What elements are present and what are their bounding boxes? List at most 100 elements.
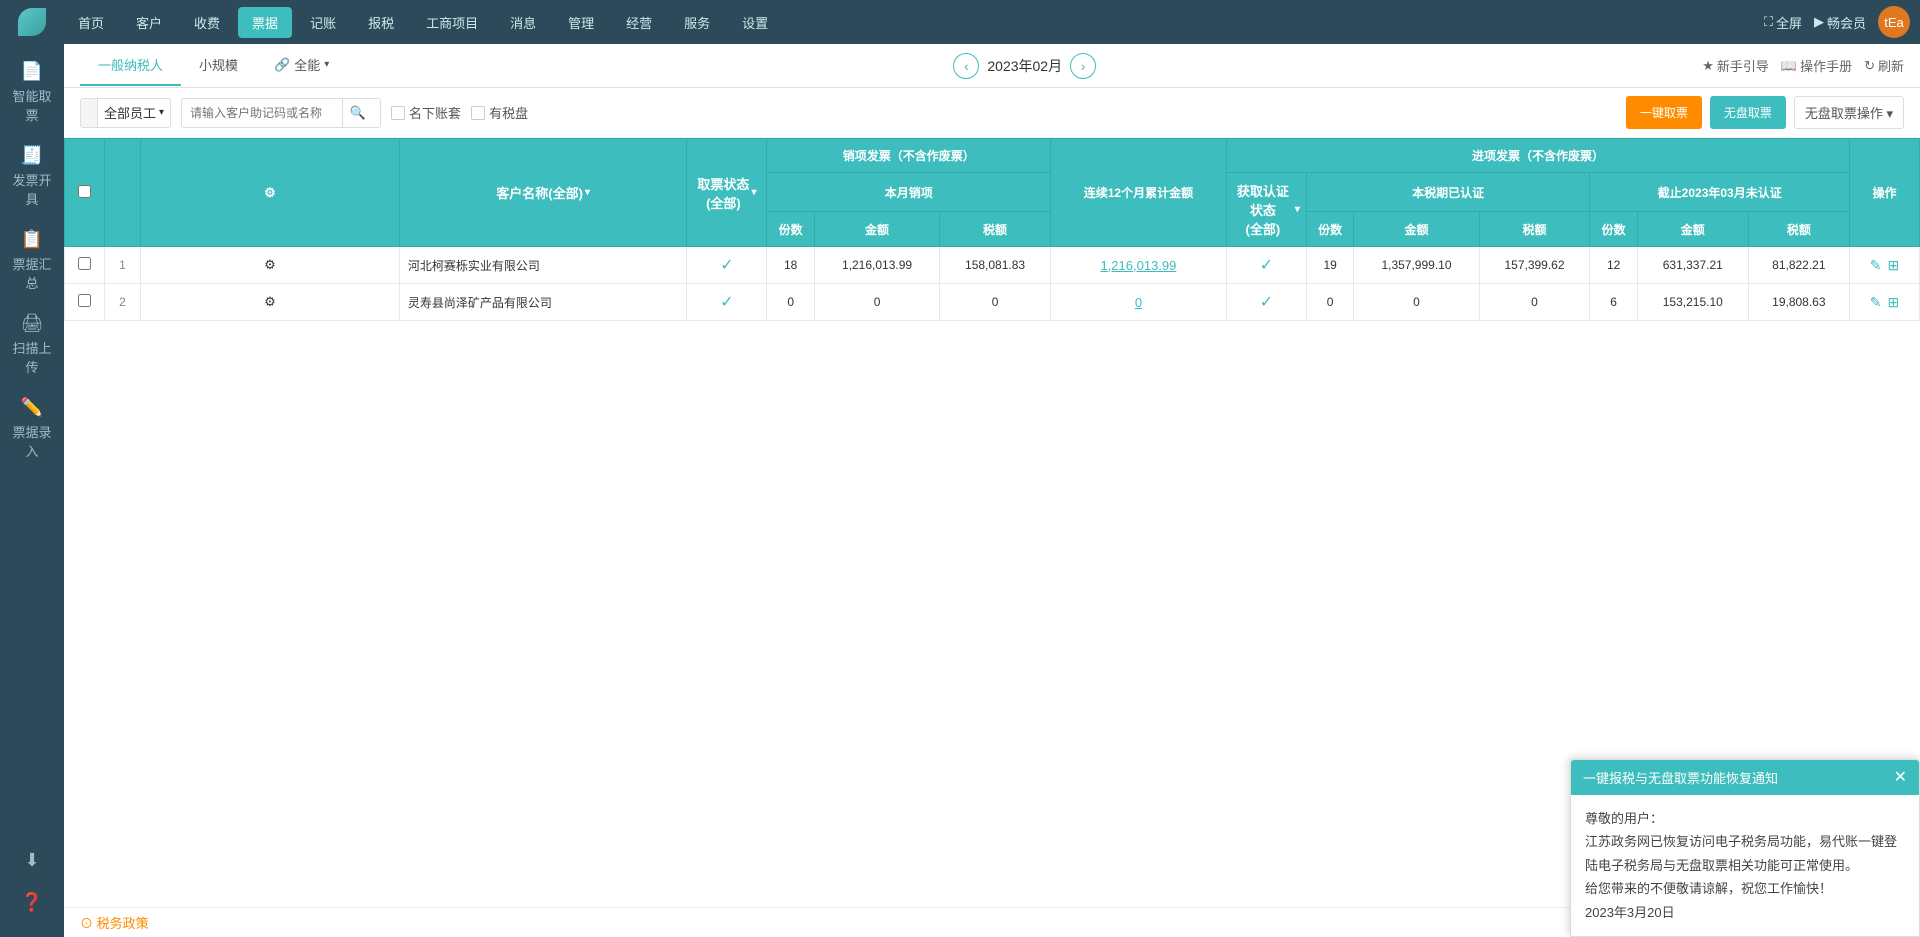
th-operation: 操作	[1850, 139, 1920, 247]
tax-policy-link[interactable]: ⊙ 税务政策	[80, 913, 149, 932]
employee-value[interactable]: 全部员工 ▾	[98, 103, 170, 122]
row1-cert-amount: 1,357,999.10	[1354, 247, 1479, 284]
invoice-issue-icon: 🧾	[21, 144, 43, 166]
nav-business[interactable]: 工商项目	[412, 7, 492, 38]
sidebar-item-invoice-issue[interactable]: 🧾 发票开具	[3, 136, 61, 216]
row2-cert-icon: ✓	[1260, 294, 1273, 311]
row2-view-icon[interactable]: ⊞	[1888, 294, 1900, 311]
nav-accounting[interactable]: 记账	[296, 7, 350, 38]
next-period-btn[interactable]: ›	[1070, 53, 1096, 79]
select-all-checkbox[interactable]	[78, 185, 91, 198]
nav-tax[interactable]: 报税	[354, 7, 408, 38]
tab-all[interactable]: 🔗 全能 ▾	[256, 45, 347, 86]
row2-checkbox[interactable]	[78, 294, 91, 307]
nav-settings[interactable]: 设置	[728, 7, 782, 38]
checkbox-account-label: 名下账套	[409, 103, 461, 122]
row2-cum-link[interactable]: 0	[1135, 295, 1142, 310]
row2-name: 灵寿县尚泽矿产品有限公司	[399, 284, 687, 321]
row1-cum-link[interactable]: 1,216,013.99	[1100, 258, 1176, 273]
nav-customer[interactable]: 客户	[122, 7, 176, 38]
row1-edit-icon[interactable]: ✎	[1870, 257, 1882, 274]
toolbar-right: 一键取票 无盘取票 无盘取票操作 ▾	[1626, 96, 1904, 129]
sidebar-item-invoice-entry[interactable]: ✏️ 票据录入	[3, 388, 61, 468]
nav-manage[interactable]: 管理	[554, 7, 608, 38]
ticket-status-filter[interactable]: 取票状态(全部) ▾	[697, 174, 756, 212]
logo[interactable]	[10, 0, 54, 44]
tab-general-taxpayer[interactable]: 一般纳税人	[80, 45, 181, 86]
row1-status: ✓	[687, 247, 767, 284]
new-guide-link[interactable]: ★ 新手引导	[1702, 56, 1769, 75]
avatar[interactable]: tEa	[1878, 6, 1910, 38]
prev-period-btn[interactable]: ‹	[953, 53, 979, 79]
th-uncert-tax: 税额	[1748, 212, 1849, 247]
employee-selector[interactable]: 全部员工 ▾	[80, 98, 171, 128]
row2-num: 2	[105, 284, 141, 321]
search-button[interactable]: 🔍	[342, 98, 372, 128]
manual-link[interactable]: 📖 操作手册	[1781, 56, 1852, 75]
nav-service[interactable]: 服务	[670, 7, 724, 38]
nav-message[interactable]: 消息	[496, 7, 550, 38]
th-month-amount: 金额	[814, 212, 939, 247]
toolbar: 全部员工 ▾ 🔍 名下账套 有税盘 一键取票 无盘取票	[64, 88, 1920, 138]
row1-check[interactable]	[65, 247, 105, 284]
employee-dropdown-icon: ▾	[159, 107, 164, 118]
new-guide-label: 新手引导	[1717, 56, 1769, 75]
th-cert-amount: 金额	[1354, 212, 1479, 247]
logo-icon	[18, 8, 46, 36]
customer-name-filter[interactable]: 客户名称(全部) ▾	[496, 183, 590, 202]
row2-check[interactable]	[65, 284, 105, 321]
row2-edit-icon[interactable]: ✎	[1870, 294, 1882, 311]
vip-btn[interactable]: ▶ 畅会员	[1814, 13, 1866, 32]
tab-bar-right: ★ 新手引导 📖 操作手册 ↻ 刷新	[1702, 56, 1904, 75]
th-cert-shares: 份数	[1306, 212, 1353, 247]
invoice-summary-icon: 📋	[21, 228, 43, 250]
period-nav: ‹ 2023年02月 ›	[953, 53, 1096, 79]
cert-status-filter[interactable]: 获取认证状态(全部) ▾	[1233, 181, 1300, 238]
tab-bar-center: ‹ 2023年02月 ›	[953, 53, 1096, 79]
checkbox-account-box[interactable]	[391, 106, 405, 120]
nav-operation[interactable]: 经营	[612, 7, 666, 38]
nav-fee[interactable]: 收费	[180, 7, 234, 38]
nav-invoice[interactable]: 票据	[238, 7, 292, 38]
checkbox-account[interactable]: 名下账套	[391, 103, 461, 122]
tab-small-scale[interactable]: 小规模	[181, 45, 256, 86]
search-input[interactable]	[182, 106, 342, 120]
fullscreen-label: 全屏	[1776, 13, 1802, 32]
row1-num: 1	[105, 247, 141, 284]
no-disk-op-label: 无盘取票操作 ▾	[1805, 103, 1893, 122]
refresh-link[interactable]: ↻ 刷新	[1864, 56, 1904, 75]
no-disk-operation-btn[interactable]: 无盘取票操作 ▾	[1794, 96, 1904, 129]
customer-filter-icon: ▾	[585, 187, 590, 198]
avatar-text: tEa	[1884, 15, 1904, 30]
sidebar-item-invoice-summary[interactable]: 📋 票据汇总	[3, 220, 61, 300]
notification-popup: 一键报税与无盘取票功能恢复通知 ✕ 尊敬的用户： 江苏政务网已恢复访问电子税务局…	[1570, 759, 1920, 937]
th-month-sales: 本月销项	[767, 173, 1051, 212]
no-disk-ticket-btn[interactable]: 无盘取票	[1710, 96, 1786, 129]
row2-uncert-tax: 19,808.63	[1748, 284, 1849, 321]
th-month-tax: 税额	[940, 212, 1051, 247]
search-icon: 🔍	[349, 105, 365, 121]
fullscreen-btn[interactable]: ⛶ 全屏	[1764, 13, 1802, 32]
sidebar-item-scan-upload[interactable]: 🖨 扫描上传	[3, 304, 61, 384]
sidebar-download[interactable]: ⬇	[3, 841, 61, 879]
row1-view-icon[interactable]: ⊞	[1888, 257, 1900, 274]
th-uncert-amount: 金额	[1637, 212, 1748, 247]
popup-body: 尊敬的用户： 江苏政务网已恢复访问电子税务局功能，易代账一键登陆电子税务局与无盘…	[1571, 795, 1919, 936]
nav-home[interactable]: 首页	[64, 7, 118, 38]
sidebar-item-smart-ticket[interactable]: 📄 智能取票	[3, 52, 61, 132]
popup-close-btn[interactable]: ✕	[1894, 770, 1907, 786]
row2-status: ✓	[687, 284, 767, 321]
row1-cumulative: 1,216,013.99	[1050, 247, 1226, 284]
row2-gear[interactable]: ⚙	[141, 284, 400, 321]
row2-cert-status: ✓	[1226, 284, 1306, 321]
row1-checkbox[interactable]	[78, 257, 91, 270]
row2-month-tax: 0	[940, 284, 1051, 321]
search-box: 🔍	[181, 98, 381, 128]
sidebar-help[interactable]: ❓	[3, 883, 61, 921]
th-uncert-shares: 份数	[1590, 212, 1637, 247]
gear-icon[interactable]: ⚙	[264, 185, 276, 200]
checkbox-taxdisk[interactable]: 有税盘	[471, 103, 528, 122]
checkbox-taxdisk-box[interactable]	[471, 106, 485, 120]
row1-gear[interactable]: ⚙	[141, 247, 400, 284]
one-click-ticket-btn[interactable]: 一键取票	[1626, 96, 1702, 129]
